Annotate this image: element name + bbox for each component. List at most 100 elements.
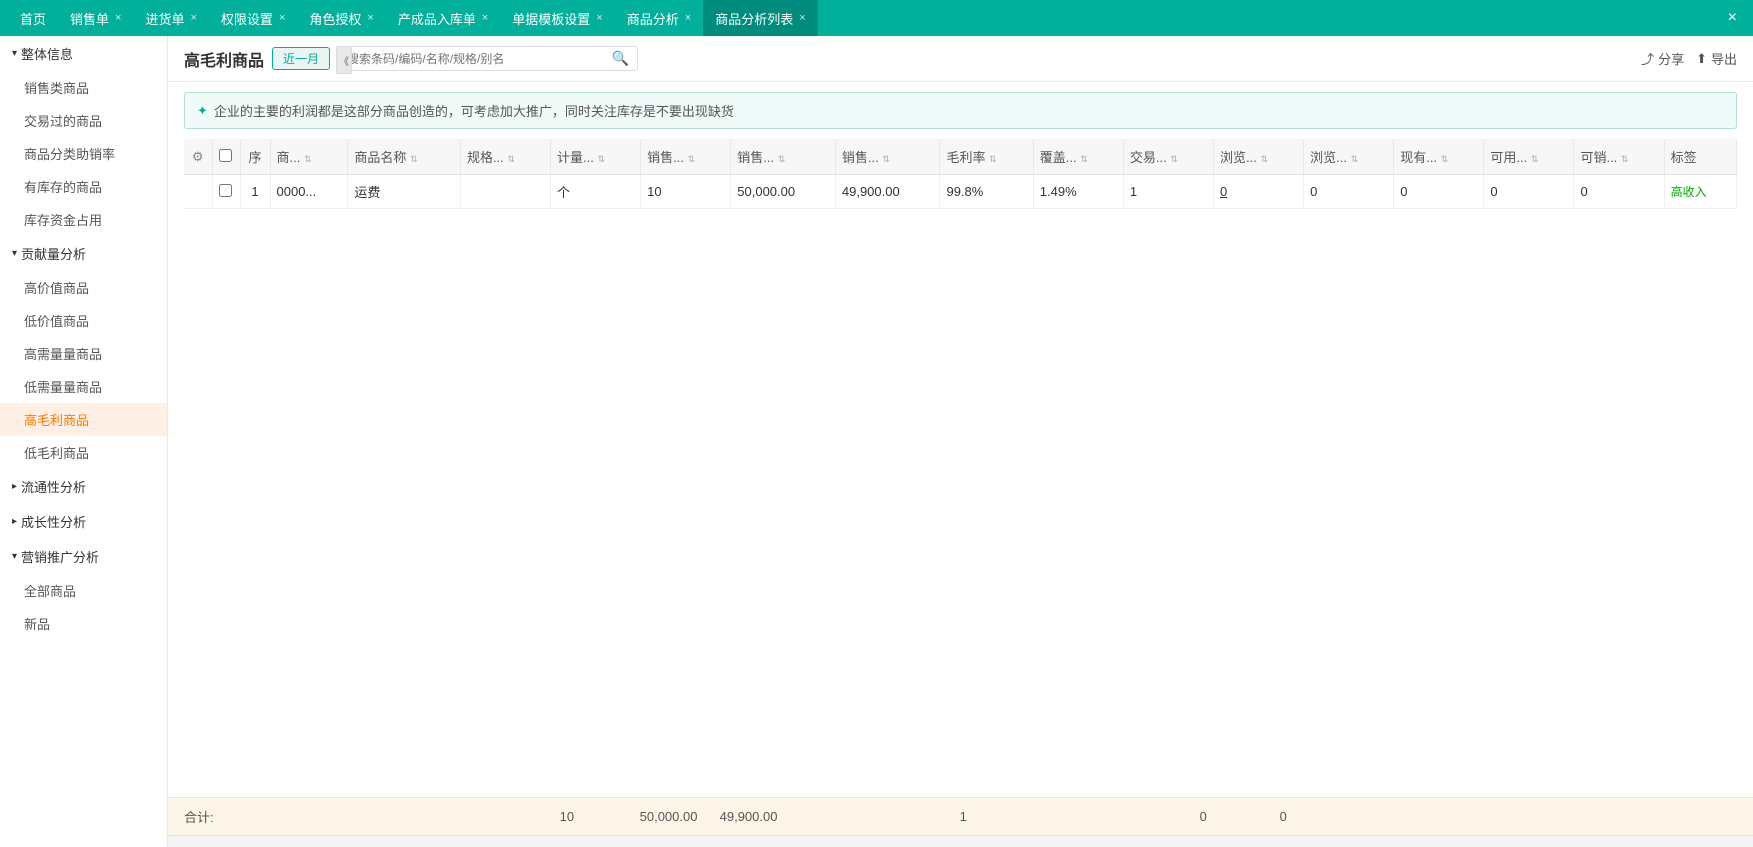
sidebar-item-high-margin[interactable]: 高毛利商品 <box>0 403 167 436</box>
info-icon: ✦ <box>197 103 208 119</box>
sidebar-item-new-goods[interactable]: 新品 <box>0 607 167 640</box>
product-table: ⚙ 序 商... ⇅ 商品名称 ⇅ 规格... ⇅ 计量... ⇅ 销售... … <box>184 139 1737 209</box>
nav-sales-order[interactable]: 销售单 × <box>58 0 133 36</box>
total-spacer8 <box>1114 809 1194 824</box>
total-spacer7 <box>1034 809 1114 824</box>
row-transaction: 1 <box>1123 175 1213 209</box>
nav-product-warehouse[interactable]: 产成品入库单 × <box>386 0 500 36</box>
row-tag: 高收入 <box>1664 175 1736 209</box>
sidebar-item-traded-goods[interactable]: 交易过的商品 <box>0 104 167 137</box>
th-sellable-stock[interactable]: 可销... ⇅ <box>1574 139 1664 175</box>
th-unit[interactable]: 计量... ⇅ <box>551 139 641 175</box>
row-checkbox[interactable] <box>212 175 240 209</box>
table-row: 1 0000... 运费 个 10 50,000.00 49,900.00 99… <box>184 175 1737 209</box>
row-sale-qty: 10 <box>641 175 731 209</box>
close-icon[interactable]: × <box>367 12 373 24</box>
search-box[interactable]: 🔍 <box>338 46 638 71</box>
sidebar-item-high-demand[interactable]: 高需量量商品 <box>0 337 167 370</box>
sidebar-item-low-demand[interactable]: 低需量量商品 <box>0 370 167 403</box>
sidebar-group-contribution[interactable]: ▾ 贡献量分析 <box>0 236 167 271</box>
row-gross-margin: 99.8% <box>940 175 1033 209</box>
th-code[interactable]: 商... ⇅ <box>270 139 348 175</box>
row-code: 0000... <box>270 175 348 209</box>
close-icon[interactable]: × <box>685 12 691 24</box>
th-name[interactable]: 商品名称 ⇅ <box>348 139 461 175</box>
search-icon[interactable]: 🔍 <box>612 50 629 67</box>
th-transaction[interactable]: 交易... ⇅ <box>1123 139 1213 175</box>
sidebar-item-sales-goods[interactable]: 销售类商品 <box>0 71 167 104</box>
row-select-checkbox[interactable] <box>219 184 232 197</box>
total-current-stock: 0 <box>1194 809 1274 824</box>
th-coverage[interactable]: 覆盖... ⇅ <box>1033 139 1123 175</box>
sidebar-item-in-stock[interactable]: 有库存的商品 <box>0 170 167 203</box>
share-button[interactable]: ⤴ 分享 <box>1641 49 1684 68</box>
filter-recent-month-button[interactable]: 近一月 <box>272 47 330 70</box>
th-checkbox[interactable] <box>212 139 240 175</box>
close-all-tabs[interactable]: × <box>1720 9 1745 27</box>
th-available-stock[interactable]: 可用... ⇅ <box>1484 139 1574 175</box>
sidebar-group-growth[interactable]: ▸ 成长性分析 <box>0 504 167 539</box>
sidebar-item-all-goods[interactable]: 全部商品 <box>0 574 167 607</box>
close-icon[interactable]: × <box>190 12 196 24</box>
chevron-down-icon: ▾ <box>12 248 17 259</box>
sidebar-item-category-rate[interactable]: 商品分类助销率 <box>0 137 167 170</box>
close-icon[interactable]: × <box>115 12 121 24</box>
th-view1[interactable]: 浏览... ⇅ <box>1214 139 1304 175</box>
close-icon[interactable]: × <box>799 12 805 24</box>
row-settings <box>184 175 212 209</box>
sidebar-group-marketing[interactable]: ▾ 营销推广分析 <box>0 539 167 574</box>
page-title: 高毛利商品 <box>184 47 264 71</box>
row-view2: 0 <box>1304 175 1394 209</box>
sidebar: ▾ 整体信息 销售类商品 交易过的商品 商品分类助销率 有库存的商品 库存资金占… <box>0 36 168 847</box>
th-view2[interactable]: 浏览... ⇅ <box>1304 139 1394 175</box>
row-spec <box>460 175 550 209</box>
data-table-container: ⚙ 序 商... ⇅ 商品名称 ⇅ 规格... ⇅ 计量... ⇅ 销售... … <box>184 139 1737 797</box>
nav-home[interactable]: 首页 <box>8 0 58 36</box>
table-header-row: ⚙ 序 商... ⇅ 商品名称 ⇅ 规格... ⇅ 计量... ⇅ 销售... … <box>184 139 1737 175</box>
nav-product-analysis-list[interactable]: 商品分析列表 × <box>703 0 817 36</box>
row-available-stock: 0 <box>1484 175 1574 209</box>
th-sale-qty[interactable]: 销售... ⇅ <box>641 139 731 175</box>
main-layout: ▾ 整体信息 销售类商品 交易过的商品 商品分类助销率 有库存的商品 库存资金占… <box>0 36 1753 847</box>
sidebar-group-liquidity[interactable]: ▸ 流通性分析 <box>0 469 167 504</box>
chevron-down-icon: ▾ <box>12 551 17 562</box>
sidebar-collapse-button[interactable]: 《 <box>336 46 352 74</box>
close-icon[interactable]: × <box>279 12 285 24</box>
th-tag[interactable]: 标签 <box>1664 139 1736 175</box>
sidebar-group-overall[interactable]: ▾ 整体信息 <box>0 36 167 71</box>
totals-cells: 10 50,000.00 49,900.00 1 0 0 <box>234 809 1737 824</box>
sidebar-item-low-value[interactable]: 低价值商品 <box>0 304 167 337</box>
th-settings[interactable]: ⚙ <box>184 139 212 175</box>
nav-template-settings[interactable]: 单据模板设置 × <box>500 0 614 36</box>
content-area: 《 高毛利商品 近一月 🔍 ⤴ 分享 ⬆ 导出 ✦ 企 <box>168 36 1753 847</box>
total-transaction: 1 <box>954 809 1034 824</box>
nav-purchase-order[interactable]: 进货单 × <box>133 0 208 36</box>
content-header: 高毛利商品 近一月 🔍 ⤴ 分享 ⬆ 导出 <box>168 36 1753 82</box>
total-sale-cost: 49,900.00 <box>714 809 794 824</box>
nav-product-analysis[interactable]: 商品分析 × <box>615 0 703 36</box>
sidebar-item-high-value[interactable]: 高价值商品 <box>0 271 167 304</box>
close-icon[interactable]: × <box>596 12 602 24</box>
search-input[interactable] <box>347 52 612 66</box>
th-current-stock[interactable]: 现有... ⇅ <box>1394 139 1484 175</box>
total-sale-qty: 10 <box>554 809 634 824</box>
sidebar-item-inventory-capital[interactable]: 库存资金占用 <box>0 203 167 236</box>
th-seq[interactable]: 序 <box>240 139 270 175</box>
nav-role-auth[interactable]: 角色授权 × <box>297 0 385 36</box>
th-sale-amount[interactable]: 销售... ⇅ <box>731 139 836 175</box>
select-all-checkbox[interactable] <box>219 149 232 162</box>
th-sale-cost[interactable]: 销售... ⇅ <box>835 139 940 175</box>
total-spacer2 <box>314 809 394 824</box>
row-coverage: 1.49% <box>1033 175 1123 209</box>
horizontal-scrollbar[interactable] <box>168 835 1753 847</box>
row-view1[interactable]: 0 <box>1214 175 1304 209</box>
export-button[interactable]: ⬆ 导出 <box>1696 49 1737 68</box>
sidebar-item-low-margin[interactable]: 低毛利商品 <box>0 436 167 469</box>
row-name: 运费 <box>348 175 461 209</box>
export-icon: ⬆ <box>1696 51 1707 67</box>
th-spec[interactable]: 规格... ⇅ <box>460 139 550 175</box>
total-spacer3 <box>394 809 474 824</box>
close-icon[interactable]: × <box>482 12 488 24</box>
th-gross-margin[interactable]: 毛利率 ⇅ <box>940 139 1033 175</box>
nav-permission-settings[interactable]: 权限设置 × <box>209 0 297 36</box>
